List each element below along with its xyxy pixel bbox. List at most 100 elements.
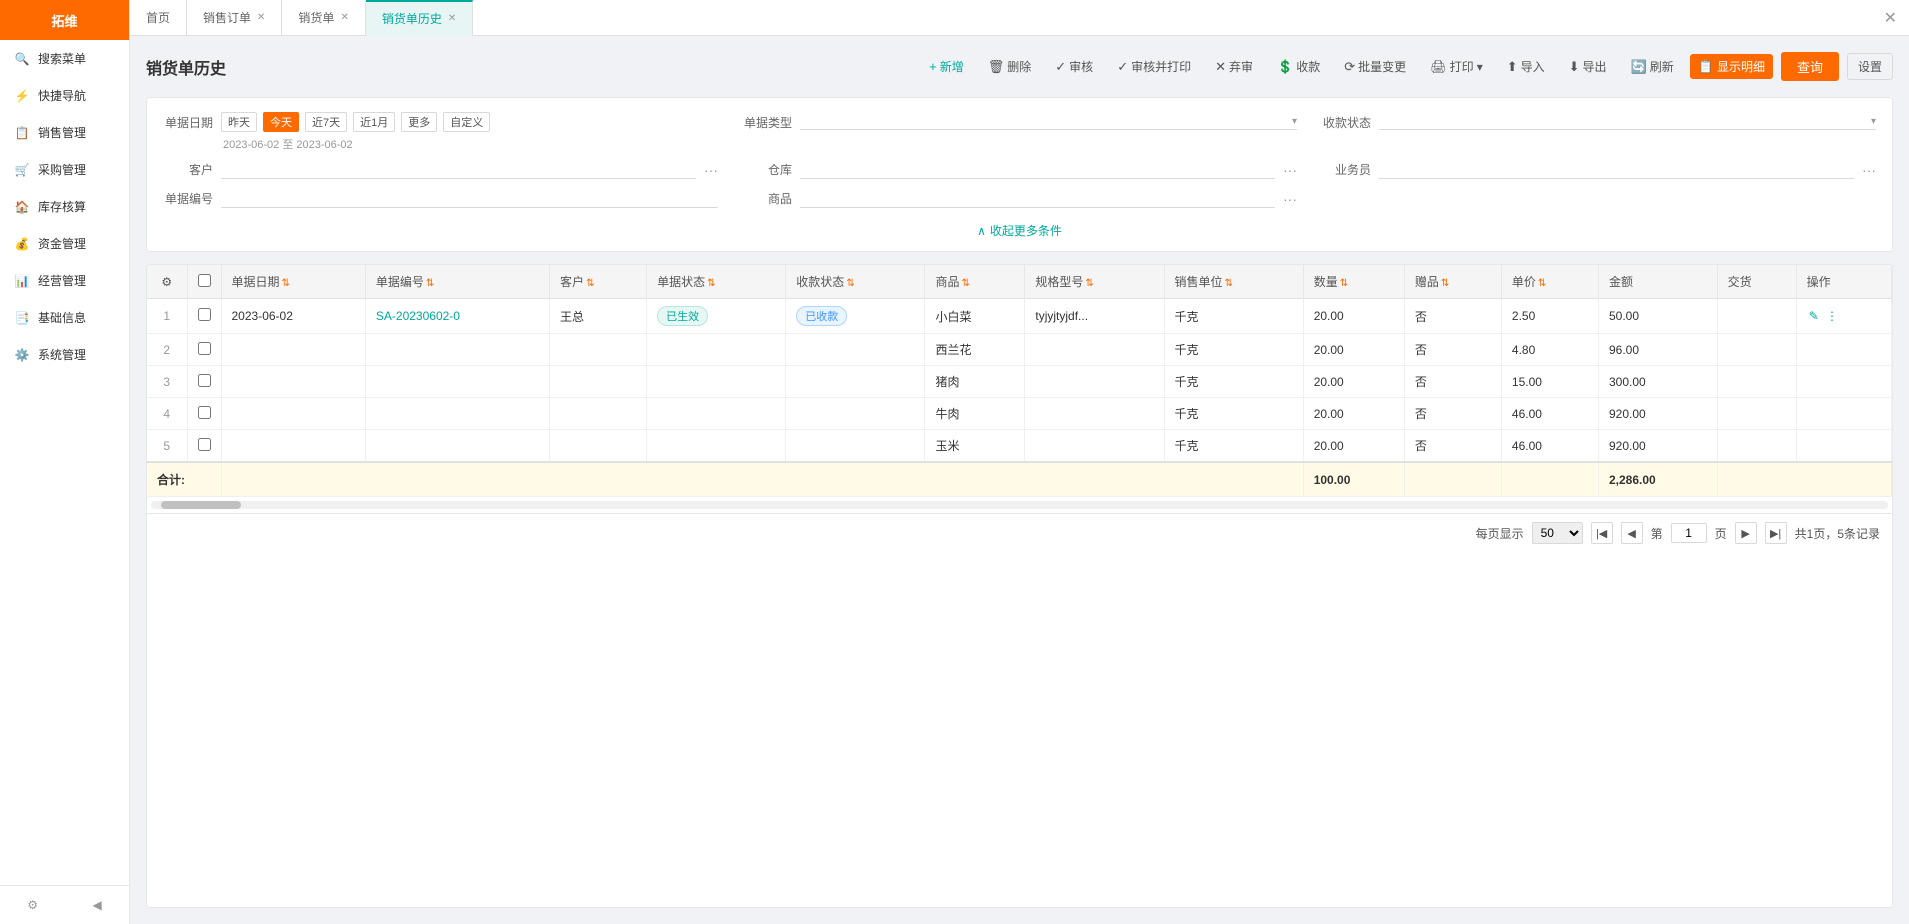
- batch-change-button[interactable]: ⟳ 批量变更: [1336, 54, 1414, 79]
- date-custom-btn[interactable]: 自定义: [443, 112, 490, 132]
- sidebar-settings-btn[interactable]: ⚙: [23, 894, 42, 916]
- row1-edit-btn[interactable]: ✎: [1807, 309, 1821, 323]
- export-button[interactable]: ⬇ 导出: [1561, 54, 1615, 79]
- row4-customer: [550, 398, 647, 430]
- filter-item-payment-status: 收款状态 ▾: [1321, 114, 1876, 131]
- sidebar-item-basic-info[interactable]: 📑 基础信息: [0, 299, 129, 336]
- next-page-btn[interactable]: ▶: [1735, 522, 1757, 544]
- date-7days-btn[interactable]: 近7天: [305, 112, 347, 132]
- row4-checkbox[interactable]: [198, 406, 211, 419]
- date-today-btn[interactable]: 今天: [263, 112, 299, 132]
- col-check-header[interactable]: [187, 265, 221, 299]
- product-picker-icon[interactable]: ···: [1283, 191, 1297, 207]
- row5-check[interactable]: [187, 430, 221, 463]
- first-page-btn[interactable]: |◀: [1591, 522, 1613, 544]
- row2-check[interactable]: [187, 334, 221, 366]
- sidebar-item-inventory-calc[interactable]: 🏠 库存核算: [0, 188, 129, 225]
- row4-amount: 920.00: [1599, 398, 1718, 430]
- sales-mgmt-icon: 📋: [14, 125, 30, 141]
- sidebar-item-quick-nav[interactable]: ⚡ 快捷导航: [0, 77, 129, 114]
- doc-no-input[interactable]: [221, 189, 718, 208]
- row5-checkbox[interactable]: [198, 438, 211, 451]
- warehouse-picker-icon[interactable]: ···: [1283, 162, 1297, 178]
- prev-page-btn[interactable]: ◀: [1621, 522, 1643, 544]
- payment-status-select[interactable]: [1379, 115, 1871, 129]
- col-unitprice-header[interactable]: 单价⇅: [1501, 265, 1598, 299]
- sidebar-item-sales-mgmt[interactable]: 📋 销售管理: [0, 114, 129, 151]
- settings-button[interactable]: 设置: [1847, 53, 1893, 80]
- per-page-label: 每页显示: [1476, 525, 1524, 542]
- row2-paymentstatus: [786, 334, 925, 366]
- close-tab-sales-delivery-icon[interactable]: ✕: [340, 12, 348, 23]
- row2-checkbox[interactable]: [198, 342, 211, 355]
- print-button[interactable]: 🖨 打印 ▾: [1422, 54, 1491, 79]
- col-product-header[interactable]: 商品⇅: [925, 265, 1025, 299]
- sidebar-collapse-btn[interactable]: ◀: [89, 894, 106, 916]
- new-button[interactable]: + 新增: [921, 54, 972, 79]
- show-details-button[interactable]: 📋 显示明细: [1690, 54, 1773, 79]
- row3-check[interactable]: [187, 366, 221, 398]
- query-button[interactable]: 查询: [1781, 52, 1839, 81]
- warehouse-input[interactable]: [800, 160, 1275, 179]
- tab-sales-history[interactable]: 销货单历史 ✕: [366, 0, 473, 36]
- abandon-button[interactable]: ✕ 弃审: [1207, 54, 1261, 79]
- row4-check[interactable]: [187, 398, 221, 430]
- col-salesunit-header[interactable]: 销售单位⇅: [1164, 265, 1303, 299]
- date-filters: 昨天 今天 近7天 近1月 更多 自定义: [221, 112, 490, 132]
- customer-input[interactable]: [221, 160, 696, 179]
- collect-button[interactable]: 💲 收款: [1269, 54, 1328, 79]
- collapse-chevron-icon: ∧: [977, 224, 986, 238]
- row3-salesunit: 千克: [1164, 366, 1303, 398]
- col-spec-header[interactable]: 规格型号⇅: [1025, 265, 1164, 299]
- audit-print-button[interactable]: ✓ 审核并打印: [1109, 54, 1199, 79]
- col-gift-header[interactable]: 赠品⇅: [1404, 265, 1501, 299]
- doc-no-label: 单据编号: [163, 190, 213, 207]
- col-amount-header[interactable]: 金额: [1599, 265, 1718, 299]
- tab-sales-delivery[interactable]: 销货单 ✕: [282, 0, 365, 36]
- page-number-input[interactable]: [1671, 523, 1707, 543]
- sidebar-item-purchase-mgmt[interactable]: 🛒 采购管理: [0, 151, 129, 188]
- customer-picker-icon[interactable]: ···: [704, 162, 718, 178]
- last-page-btn[interactable]: ▶|: [1765, 522, 1787, 544]
- close-tab-sales-history-icon[interactable]: ✕: [448, 13, 456, 24]
- tab-sales-order[interactable]: 销售订单 ✕: [187, 0, 282, 36]
- audit-button[interactable]: ✓ 审核: [1047, 54, 1101, 79]
- row3-checkbox[interactable]: [198, 374, 211, 387]
- col-docstatus-header[interactable]: 单据状态⇅: [647, 265, 786, 299]
- close-tab-sales-order-icon[interactable]: ✕: [257, 12, 265, 23]
- row1-checkbox[interactable]: [198, 308, 211, 321]
- sidebar-item-system-mgmt[interactable]: ⚙️ 系统管理: [0, 336, 129, 373]
- col-settings-header[interactable]: ⚙: [147, 265, 187, 299]
- row1-check[interactable]: [187, 299, 221, 334]
- col-date-header[interactable]: 单据日期⇅: [221, 265, 365, 299]
- date-1month-btn[interactable]: 近1月: [353, 112, 395, 132]
- close-all-tabs-btn[interactable]: ✕: [1872, 8, 1909, 28]
- salesperson-picker-icon[interactable]: ···: [1862, 162, 1876, 178]
- row1-more-btn[interactable]: ⋮: [1824, 309, 1840, 323]
- date-more-btn[interactable]: 更多: [401, 112, 437, 132]
- col-paymentstatus-header[interactable]: 收款状态⇅: [786, 265, 925, 299]
- delete-button[interactable]: 🗑 删除: [980, 54, 1040, 79]
- scrollbar-thumb[interactable]: [161, 501, 241, 509]
- sidebar-item-fund-mgmt[interactable]: 💰 资金管理: [0, 225, 129, 262]
- tab-home[interactable]: 首页: [130, 0, 187, 36]
- per-page-select[interactable]: 50 100 200: [1532, 522, 1583, 544]
- row1-docno[interactable]: SA-20230602-0: [365, 299, 549, 334]
- col-trade-header[interactable]: 交货: [1717, 265, 1796, 299]
- product-sort-icon: ⇅: [961, 278, 969, 289]
- refresh-button[interactable]: 🔄 刷新: [1623, 54, 1682, 79]
- collapse-button[interactable]: ∧ 收起更多条件: [163, 218, 1876, 243]
- docstatus-sort-icon: ⇅: [707, 278, 715, 289]
- col-customer-header[interactable]: 客户⇅: [550, 265, 647, 299]
- doc-type-select[interactable]: [800, 115, 1292, 129]
- date-yesterday-btn[interactable]: 昨天: [221, 112, 257, 132]
- import-button[interactable]: ⬆ 导入: [1499, 54, 1553, 79]
- col-docno-header[interactable]: 单据编号⇅: [365, 265, 549, 299]
- col-qty-header[interactable]: 数量⇅: [1303, 265, 1404, 299]
- select-all-checkbox[interactable]: [198, 274, 211, 287]
- salesperson-input[interactable]: [1379, 160, 1854, 179]
- product-input[interactable]: [800, 189, 1275, 208]
- sidebar-item-operation-mgmt[interactable]: 📊 经营管理: [0, 262, 129, 299]
- horizontal-scrollbar[interactable]: [151, 501, 1888, 509]
- sidebar-item-search-menu[interactable]: 🔍 搜索菜单: [0, 40, 129, 77]
